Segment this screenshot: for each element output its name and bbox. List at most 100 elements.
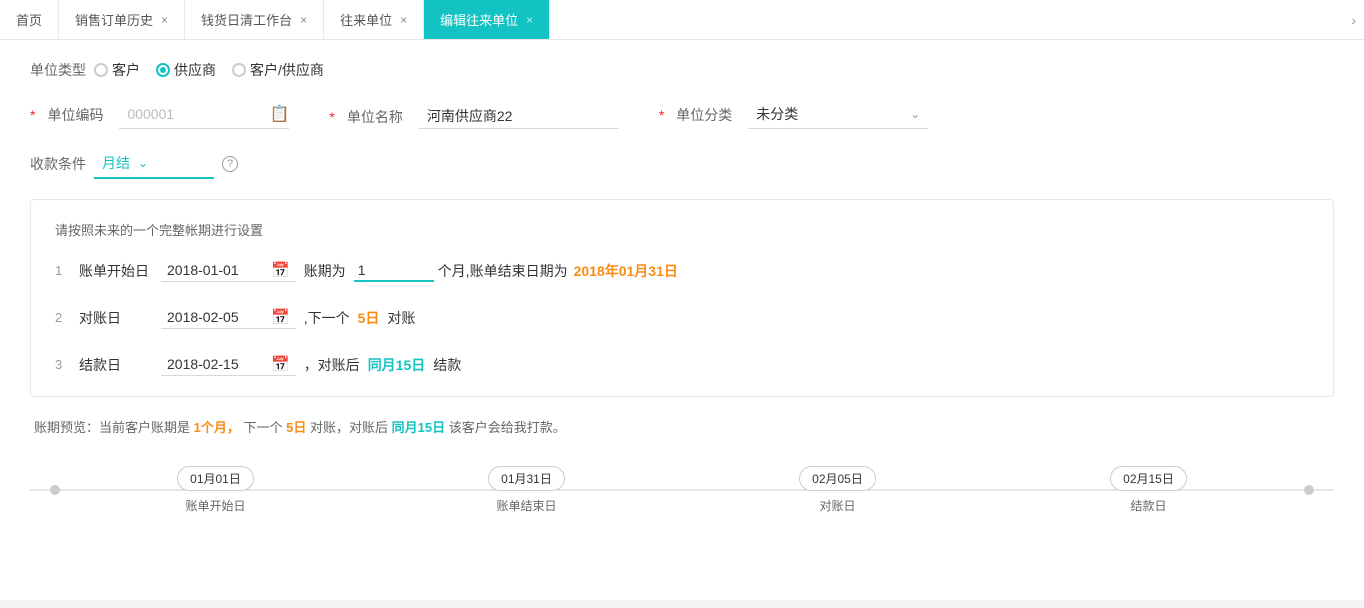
payment-arrow-icon: ⌄ — [138, 156, 148, 170]
row-3-highlight: 同月15日 — [368, 355, 426, 375]
payment-select[interactable]: 月结 ⌄ — [94, 149, 214, 179]
timeline-items: 01月01日 账单开始日 01月31日 账单结束日 02月05日 对账日 02月… — [50, 466, 1314, 514]
row-1-period-input[interactable] — [354, 260, 434, 282]
row-2-num: 2 — [55, 310, 79, 325]
tab-cash-label: 钱货日清工作台 — [201, 10, 292, 29]
code-input-wrap: 📋 — [119, 100, 289, 129]
tab-home-label: 首页 — [16, 10, 42, 29]
name-input[interactable] — [419, 104, 619, 129]
unit-code-group: * 单位编码 📋 — [30, 100, 289, 129]
node-2-bubble: 01月31日 — [488, 466, 565, 491]
payment-label: 收款条件 — [30, 154, 86, 174]
settings-row-3: 3 结款日 📅 ，对账后 同月15日 结款 — [55, 353, 1309, 376]
radio-both[interactable]: 客户/供应商 — [232, 60, 324, 80]
classify-value: 未分类 — [756, 104, 902, 124]
node-1-bubble: 01月01日 — [177, 466, 254, 491]
settings-row-1: 1 账单开始日 📅 账期为 个月,账单结束日期为 2018年01月31日 — [55, 259, 1309, 282]
code-name-classify-row: * 单位编码 📋 * 单位名称 * 单位分类 未分类 ⌄ — [30, 100, 1334, 129]
row-1-calendar-icon[interactable]: 📅 — [271, 261, 290, 279]
timeline-node-2: 01月31日 账单结束日 — [371, 466, 682, 514]
timeline-left-dot — [50, 485, 60, 495]
radio-customer-label: 客户 — [112, 60, 140, 80]
tab-sales-history[interactable]: 销售订单历史 × — [59, 0, 185, 39]
code-label: 单位编码 — [47, 105, 103, 125]
settings-row-2: 2 对账日 📅 ,下一个 5日 对账 — [55, 306, 1309, 329]
tab-cash-work[interactable]: 钱货日清工作台 × — [185, 0, 324, 39]
node-2-label: 账单结束日 — [496, 497, 556, 514]
classify-arrow-icon: ⌄ — [910, 107, 920, 121]
preview-mid1: 下一个 — [244, 420, 283, 435]
code-star: * — [30, 107, 35, 123]
radio-both-label: 客户/供应商 — [250, 60, 324, 80]
row-2-date-wrap: 📅 — [161, 306, 296, 329]
settings-title: 请按照未来的一个完整帐期进行设置 — [55, 220, 1309, 239]
radio-customer[interactable]: 客户 — [94, 60, 140, 80]
classify-select[interactable]: 未分类 ⌄ — [748, 100, 928, 129]
row-1-date-wrap: 📅 — [161, 259, 296, 282]
tab-edit-close[interactable]: × — [526, 13, 533, 27]
preview-suffix: 该客户会给我打款。 — [449, 420, 566, 435]
tab-partner[interactable]: 往来单位 × — [324, 0, 424, 39]
row-1-mid-text: 账期为 — [304, 261, 346, 281]
row-3-prefix: ，对账后 — [304, 355, 360, 375]
row-3-suffix: 结款 — [433, 355, 461, 375]
name-label: 单位名称 — [347, 107, 403, 127]
row-1-suffix: 个月,账单结束日期为 — [438, 261, 568, 281]
node-3-label: 对账日 — [819, 497, 855, 514]
timeline: 01月01日 账单开始日 01月31日 账单结束日 02月05日 对账日 02月… — [30, 456, 1334, 524]
node-4-bubble: 02月15日 — [1110, 466, 1187, 491]
timeline-node-3: 02月05日 对账日 — [682, 466, 993, 514]
radio-customer-circle — [94, 63, 108, 77]
preview-mid2: 对账，对账后 — [310, 420, 388, 435]
row-3-date-wrap: 📅 — [161, 353, 296, 376]
row-1-num: 1 — [55, 263, 79, 278]
payment-row: 收款条件 月结 ⌄ ? — [30, 149, 1334, 179]
tab-edit-label: 编辑往来单位 — [440, 10, 518, 29]
settings-box: 请按照未来的一个完整帐期进行设置 1 账单开始日 📅 账期为 个月,账单结束日期… — [30, 199, 1334, 397]
copy-icon[interactable]: 📋 — [269, 104, 289, 124]
main-content: 单位类型 客户 供应商 客户/供应商 * 单位编码 📋 — [0, 40, 1364, 600]
timeline-right-dot — [1304, 485, 1314, 495]
classify-star: * — [659, 107, 664, 123]
node-3-bubble: 02月05日 — [799, 466, 876, 491]
node-1-label: 账单开始日 — [185, 497, 245, 514]
unit-name-group: * 单位名称 — [329, 104, 618, 129]
preview-section: 账期预览：当前客户账期是 1个月， 下一个 5日 对账，对账后 同月15日 该客… — [30, 417, 1334, 436]
row-3-calendar-icon[interactable]: 📅 — [271, 355, 290, 373]
row-1-end-date: 2018年01月31日 — [574, 261, 678, 281]
unit-classify-group: * 单位分类 未分类 ⌄ — [659, 100, 928, 129]
tab-sales-close[interactable]: × — [161, 13, 168, 27]
row-1-date-input[interactable] — [167, 262, 267, 278]
row-2-suffix: 对账 — [387, 308, 415, 328]
help-icon[interactable]: ? — [222, 156, 238, 172]
unit-type-row: 单位类型 客户 供应商 客户/供应商 — [30, 60, 1334, 80]
row-2-calendar-icon[interactable]: 📅 — [271, 308, 290, 326]
tab-partner-label: 往来单位 — [340, 10, 392, 29]
row-3-num: 3 — [55, 357, 79, 372]
classify-label: 单位分类 — [676, 105, 732, 125]
name-star: * — [329, 109, 334, 125]
row-2-date-input[interactable] — [167, 309, 267, 325]
row-2-prefix: ,下一个 — [304, 308, 350, 328]
row-3-date-input[interactable] — [167, 356, 267, 372]
tab-edit-partner[interactable]: 编辑往来单位 × — [424, 0, 550, 39]
radio-both-circle — [232, 63, 246, 77]
code-input[interactable] — [119, 106, 269, 122]
row-2-label: 对账日 — [79, 308, 149, 328]
tab-cash-close[interactable]: × — [300, 13, 307, 27]
tab-partner-close[interactable]: × — [400, 13, 407, 27]
preview-prefix: 账期预览：当前客户账期是 — [34, 420, 190, 435]
row-2-highlight: 5日 — [358, 308, 380, 328]
radio-supplier-circle — [156, 63, 170, 77]
tab-bar: 首页 销售订单历史 × 钱货日清工作台 × 往来单位 × 编辑往来单位 × › — [0, 0, 1364, 40]
radio-supplier[interactable]: 供应商 — [156, 60, 216, 80]
node-4-label: 结款日 — [1130, 497, 1166, 514]
tab-more-arrow[interactable]: › — [1343, 0, 1364, 39]
unit-type-label: 单位类型 — [30, 60, 86, 80]
tab-sales-label: 销售订单历史 — [75, 10, 153, 29]
payment-value: 月结 — [102, 153, 130, 173]
timeline-node-4: 02月15日 结款日 — [993, 466, 1304, 514]
row-3-label: 结款日 — [79, 355, 149, 375]
unit-type-radio-group: 客户 供应商 客户/供应商 — [94, 60, 324, 80]
tab-home[interactable]: 首页 — [0, 0, 59, 39]
